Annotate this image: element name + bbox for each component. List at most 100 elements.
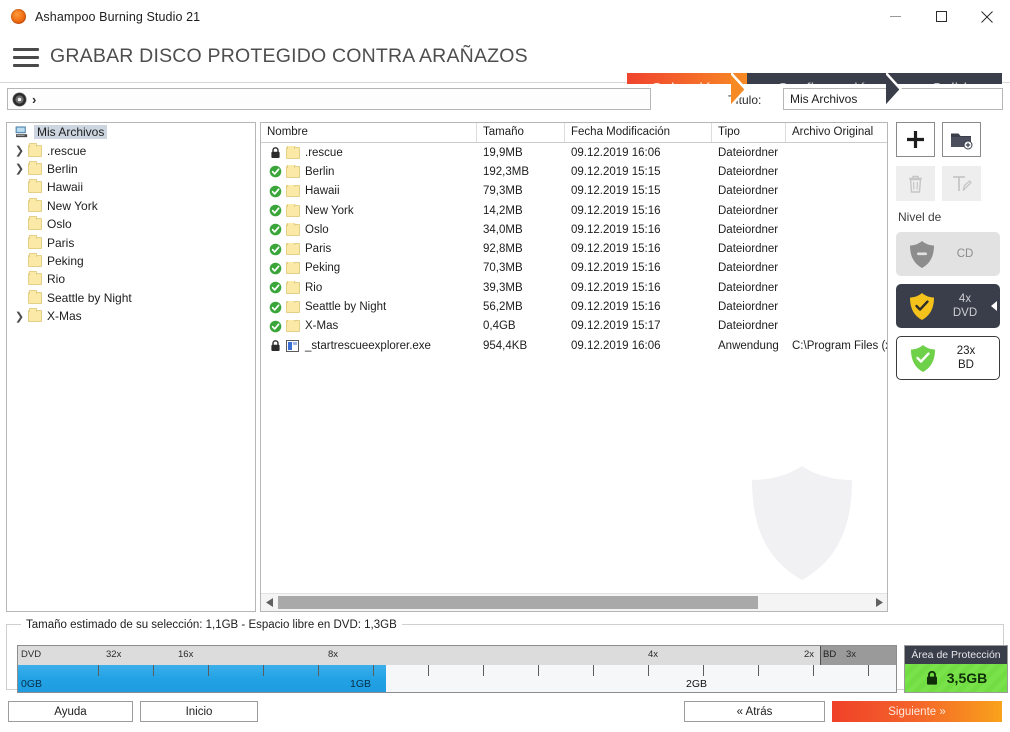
- tree-item-rio[interactable]: ❯ Rio: [7, 270, 255, 288]
- table-row[interactable]: Oslo 34,0MB 09.12.2019 15:16 Dateiordner: [261, 220, 887, 239]
- title-input[interactable]: [783, 88, 1003, 110]
- speed-mark-32x: 32x: [106, 649, 122, 660]
- check-icon[interactable]: [269, 320, 282, 333]
- footer-bar: Ayuda Inicio « Atrás Siguiente »: [0, 697, 1010, 732]
- maximize-icon[interactable]: [918, 0, 964, 33]
- file-list[interactable]: Nombre Tamaño Fecha Modificación Tipo Ar…: [260, 122, 888, 612]
- table-row[interactable]: .rescue 19,9MB 09.12.2019 16:06 Dateiord…: [261, 143, 887, 162]
- capacity-bar: DVD 32x 16x 8x 4x 3x 2x BD 0GB 1GB 2GB: [17, 645, 897, 693]
- check-icon[interactable]: [269, 185, 282, 198]
- table-row[interactable]: Berlin 192,3MB 09.12.2019 15:15 Dateiord…: [261, 162, 887, 181]
- back-button[interactable]: « Atrás: [684, 701, 825, 722]
- main-area: Mis Archivos ❯ .rescue ❯ Berlin ❯ Hawaii…: [0, 117, 1010, 615]
- new-folder-icon: [951, 133, 973, 149]
- check-icon[interactable]: [269, 243, 282, 256]
- shield-yellow-icon: [910, 292, 934, 320]
- protection-level-bd[interactable]: 23x BD: [896, 336, 1000, 380]
- column-header-type[interactable]: Tipo: [712, 123, 786, 142]
- table-row[interactable]: Rio 39,3MB 09.12.2019 15:16 Dateiordner: [261, 278, 887, 297]
- file-date: 09.12.2019 16:06: [571, 146, 661, 159]
- file-date: 09.12.2019 16:06: [571, 339, 661, 352]
- protection-level-media: DVD: [952, 307, 978, 319]
- tree-item-berlin[interactable]: ❯ Berlin: [7, 160, 255, 178]
- file-size: 954,4KB: [483, 339, 528, 352]
- file-name: Paris: [305, 243, 332, 256]
- table-row[interactable]: Hawaii 79,3MB 09.12.2019 15:15 Dateiordn…: [261, 182, 887, 201]
- folder-icon: [286, 223, 300, 236]
- table-row[interactable]: Peking 70,3MB 09.12.2019 15:16 Dateiordn…: [261, 259, 887, 278]
- home-button[interactable]: Inicio: [140, 701, 258, 722]
- lock-icon[interactable]: [269, 339, 282, 352]
- file-type: Dateiordner: [718, 243, 779, 256]
- tree-item-x-mas[interactable]: ❯ X-Mas: [7, 307, 255, 325]
- folder-icon: [286, 300, 300, 314]
- file-date: 09.12.2019 15:16: [571, 281, 661, 294]
- selected-caret-icon: [991, 301, 997, 311]
- table-row[interactable]: Seattle by Night 56,2MB 09.12.2019 15:16…: [261, 297, 887, 316]
- delete-button[interactable]: [896, 166, 935, 201]
- lock-icon[interactable]: [269, 146, 282, 159]
- scrollbar-track[interactable]: [278, 594, 870, 611]
- tree-item-paris[interactable]: ❯ Paris: [7, 233, 255, 251]
- shield-green-icon: [911, 344, 935, 372]
- minimize-icon[interactable]: [872, 0, 918, 33]
- media-label-bd: BD: [823, 649, 837, 660]
- column-header-original[interactable]: Archivo Original: [786, 123, 887, 142]
- tree-item-new-york[interactable]: ❯ New York: [7, 197, 255, 215]
- file-name: Hawaii: [305, 185, 340, 198]
- protection-level-dvd[interactable]: 4x DVD: [896, 284, 1000, 328]
- folder-icon: [286, 242, 300, 256]
- table-row[interactable]: Paris 92,8MB 09.12.2019 15:16 Dateiordne…: [261, 239, 887, 258]
- new-folder-button[interactable]: [942, 122, 981, 157]
- check-icon[interactable]: [269, 262, 282, 275]
- title-bar: Ashampoo Burning Studio 21: [0, 0, 1010, 33]
- check-icon[interactable]: [269, 223, 282, 236]
- hamburger-menu-icon[interactable]: [13, 46, 39, 69]
- next-button[interactable]: Siguiente »: [832, 701, 1002, 722]
- speed-mark-16x: 16x: [178, 649, 194, 660]
- chevron-right-icon[interactable]: ❯: [11, 310, 28, 323]
- folder-icon: [286, 319, 300, 333]
- protection-level-cd[interactable]: CD: [896, 232, 1000, 276]
- tree-item-root[interactable]: Mis Archivos: [7, 123, 255, 141]
- check-icon[interactable]: [269, 301, 282, 314]
- rename-button[interactable]: [942, 166, 981, 201]
- check-icon[interactable]: [269, 281, 282, 294]
- folder-icon: [28, 160, 42, 175]
- shield-watermark: [752, 466, 852, 580]
- column-header-name[interactable]: Nombre: [261, 123, 477, 142]
- table-row[interactable]: _startrescueexplorer.exe 954,4KB 09.12.2…: [261, 336, 887, 355]
- check-icon[interactable]: [269, 204, 282, 217]
- table-row[interactable]: X-Mas 0,4GB 09.12.2019 15:17 Dateiordner: [261, 317, 887, 336]
- exe-icon: [286, 339, 299, 352]
- tree-item-oslo[interactable]: ❯ Oslo: [7, 215, 255, 233]
- add-button[interactable]: [896, 122, 935, 157]
- protection-level-media: BD: [958, 359, 974, 371]
- column-header-size[interactable]: Tamaño: [477, 123, 565, 142]
- horizontal-scrollbar[interactable]: [261, 593, 887, 611]
- tree-item-hawaii[interactable]: ❯ Hawaii: [7, 178, 255, 196]
- close-icon[interactable]: [964, 0, 1010, 33]
- check-icon[interactable]: [269, 165, 282, 178]
- protection-level-media: CD: [956, 248, 974, 260]
- table-row[interactable]: New York 14,2MB 09.12.2019 15:16 Dateior…: [261, 201, 887, 220]
- breadcrumb[interactable]: ›: [7, 88, 651, 110]
- chevron-right-icon[interactable]: ❯: [11, 162, 28, 175]
- file-date: 09.12.2019 15:16: [571, 243, 661, 256]
- tree-item-rescue[interactable]: ❯ .rescue: [7, 141, 255, 159]
- file-original: C:\Program Files (x…: [792, 339, 887, 352]
- app-window: Ashampoo Burning Studio 21 GRABAR DISCO …: [0, 0, 1010, 732]
- speed-mark-4x: 4x: [648, 649, 659, 660]
- scroll-left-icon[interactable]: [261, 594, 278, 611]
- chevron-right-icon[interactable]: ›: [32, 93, 36, 106]
- scrollbar-thumb[interactable]: [278, 596, 758, 609]
- tree-item-peking[interactable]: ❯ Peking: [7, 252, 255, 270]
- scroll-right-icon[interactable]: [870, 594, 887, 611]
- chevron-right-icon[interactable]: ❯: [11, 144, 28, 157]
- protection-area-badge: Área de Protección 3,5GB: [904, 645, 1008, 693]
- folder-tree[interactable]: Mis Archivos ❯ .rescue ❯ Berlin ❯ Hawaii…: [6, 122, 256, 612]
- file-size: 0,4GB: [483, 320, 516, 333]
- column-header-date[interactable]: Fecha Modificación: [565, 123, 712, 142]
- help-button[interactable]: Ayuda: [8, 701, 133, 722]
- tree-item-seattle-by-night[interactable]: ❯ Seattle by Night: [7, 289, 255, 307]
